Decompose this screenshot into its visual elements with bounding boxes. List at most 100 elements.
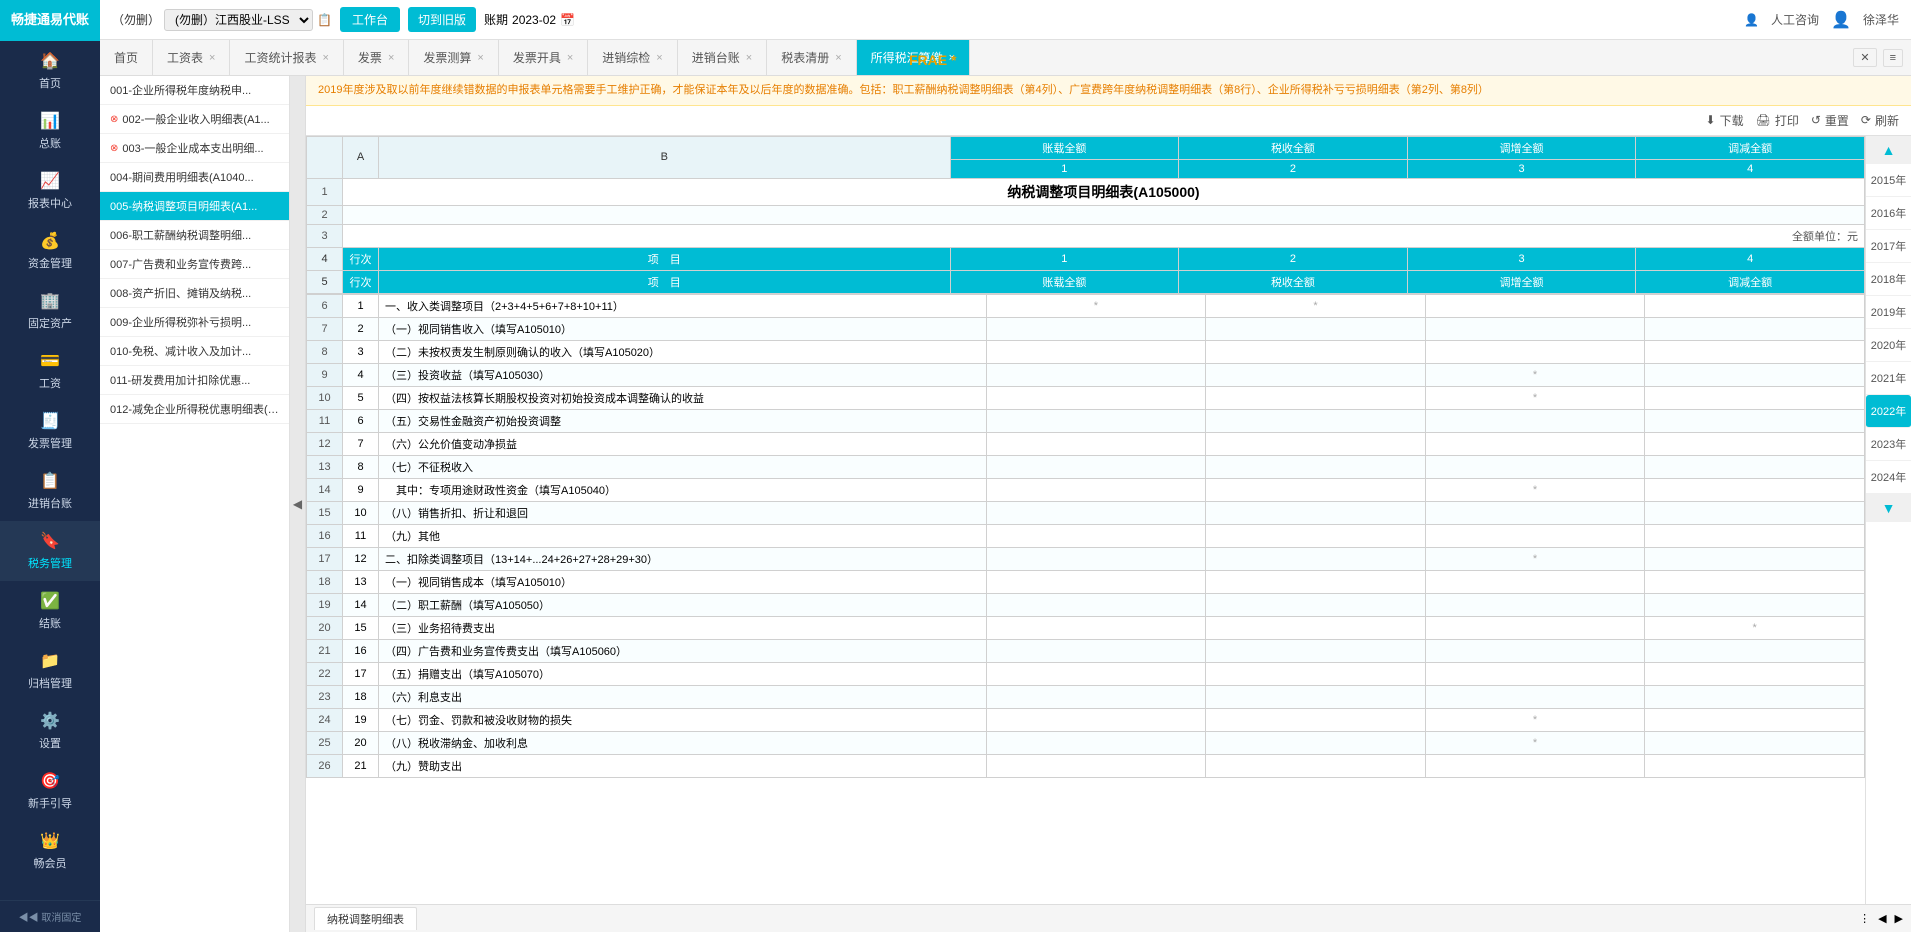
tab-invoice-calc-close[interactable]: × — [477, 52, 483, 64]
left-item-010[interactable]: 010-免税、减计收入及加计... — [100, 337, 289, 366]
row-col-e[interactable] — [1425, 340, 1645, 363]
sidebar-item-member[interactable]: 👑 畅会员 — [0, 821, 100, 881]
row-col-d[interactable] — [1206, 455, 1426, 478]
row-col-e[interactable] — [1425, 570, 1645, 593]
row-col-c[interactable] — [986, 363, 1206, 386]
row-col-f[interactable] — [1645, 639, 1865, 662]
row-col-f[interactable] — [1645, 432, 1865, 455]
row-col-d[interactable] — [1206, 478, 1426, 501]
left-item-002[interactable]: ⊗ 002-一般企业收入明细表(A1... — [100, 105, 289, 134]
row-col-e[interactable] — [1425, 754, 1645, 777]
row-col-f[interactable] — [1645, 409, 1865, 432]
row-col-e[interactable] — [1425, 593, 1645, 616]
row-col-f[interactable] — [1645, 386, 1865, 409]
consultant-button[interactable]: 人工咨询 — [1771, 11, 1819, 28]
row-col-f[interactable] — [1645, 593, 1865, 616]
calendar-icon[interactable]: 📅 — [560, 13, 575, 27]
row-col-e[interactable]: * — [1425, 363, 1645, 386]
scroll-right-button[interactable]: ▶ — [1895, 912, 1903, 925]
year-item-2023[interactable]: 2023年 — [1866, 428, 1911, 461]
year-nav-down-button[interactable]: ▼ — [1866, 494, 1911, 522]
row-col-d[interactable] — [1206, 524, 1426, 547]
tab-invoice[interactable]: 发票 × — [344, 40, 409, 76]
left-item-009[interactable]: 009-企业所得税弥补亏损明... — [100, 308, 289, 337]
left-item-005[interactable]: 005-纳税调整项目明细表(A1... — [100, 192, 289, 221]
left-item-006[interactable]: 006-职工薪酬纳税调整明细... — [100, 221, 289, 250]
tab-invoice-close[interactable]: × — [388, 52, 394, 64]
row-col-d[interactable] — [1206, 616, 1426, 639]
row-col-e[interactable] — [1425, 317, 1645, 340]
row-col-c[interactable] — [986, 639, 1206, 662]
tab-sales-ledger[interactable]: 进销台账 × — [678, 40, 767, 76]
row-col-f[interactable] — [1645, 570, 1865, 593]
row-col-d[interactable] — [1206, 708, 1426, 731]
sidebar-item-tax-mgmt[interactable]: 🔖 税务管理 — [0, 521, 100, 581]
row-col-f[interactable] — [1645, 547, 1865, 570]
row-col-f[interactable] — [1645, 317, 1865, 340]
row-col-f[interactable] — [1645, 524, 1865, 547]
row-col-e[interactable]: * — [1425, 386, 1645, 409]
sidebar-item-fund-mgmt[interactable]: 💰 资金管理 — [0, 221, 100, 281]
year-item-2022[interactable]: 2022年 — [1866, 395, 1911, 428]
row-col-d[interactable] — [1206, 317, 1426, 340]
row-col-f[interactable] — [1645, 754, 1865, 777]
row-col-c[interactable] — [986, 478, 1206, 501]
row-col-c[interactable] — [986, 317, 1206, 340]
row-col-f[interactable] — [1645, 294, 1865, 317]
row-col-c[interactable] — [986, 432, 1206, 455]
row-col-e[interactable] — [1425, 455, 1645, 478]
sidebar-item-settlement[interactable]: ✅ 结账 — [0, 581, 100, 641]
row-col-c[interactable] — [986, 501, 1206, 524]
sidebar-item-settings[interactable]: ⚙️ 设置 — [0, 701, 100, 761]
row-col-c[interactable] — [986, 455, 1206, 478]
row-col-f[interactable] — [1645, 731, 1865, 754]
tab-home[interactable]: 首页 — [100, 40, 153, 76]
year-item-2015[interactable]: 2015年 — [1866, 164, 1911, 197]
row-col-c[interactable]: * — [986, 294, 1206, 317]
row-col-c[interactable] — [986, 524, 1206, 547]
row-col-d[interactable] — [1206, 570, 1426, 593]
tab-sales-check-close[interactable]: × — [656, 52, 662, 64]
year-item-2020[interactable]: 2020年 — [1866, 329, 1911, 362]
year-item-2019[interactable]: 2019年 — [1866, 296, 1911, 329]
tab-menu-button[interactable]: ≡ — [1883, 49, 1903, 67]
row-col-e[interactable] — [1425, 662, 1645, 685]
row-col-d[interactable] — [1206, 662, 1426, 685]
row-col-c[interactable] — [986, 685, 1206, 708]
refresh-button[interactable]: ⟳ 刷新 — [1861, 112, 1899, 129]
bottom-tab-adjust[interactable]: 纳税调整明细表 — [314, 907, 417, 930]
scroll-left-button[interactable]: ◀ — [1878, 912, 1886, 925]
row-col-d[interactable] — [1206, 409, 1426, 432]
tab-invoice-issue-close[interactable]: × — [567, 52, 573, 64]
sidebar-item-general-ledger[interactable]: 📊 总账 — [0, 101, 100, 161]
year-nav-up-button[interactable]: ▲ — [1866, 136, 1911, 164]
print-button[interactable]: 🖨 打印 — [1756, 112, 1799, 129]
tab-payroll-close[interactable]: × — [209, 52, 215, 64]
row-col-c[interactable] — [986, 662, 1206, 685]
row-col-c[interactable] — [986, 340, 1206, 363]
row-col-e[interactable] — [1425, 409, 1645, 432]
workbench-button[interactable]: 工作台 — [340, 7, 400, 32]
row-col-e[interactable]: * — [1425, 708, 1645, 731]
sidebar-item-report-center[interactable]: 📈 报表中心 — [0, 161, 100, 221]
tab-payroll-stats-close[interactable]: × — [322, 52, 328, 64]
row-col-c[interactable] — [986, 547, 1206, 570]
row-col-e[interactable] — [1425, 524, 1645, 547]
row-col-f[interactable] — [1645, 685, 1865, 708]
sidebar-footer[interactable]: ◀◀ 取消固定 — [0, 900, 100, 932]
row-col-f[interactable] — [1645, 662, 1865, 685]
copy-icon[interactable]: 📋 — [317, 13, 332, 27]
spreadsheet[interactable]: A B 账载全额 税收全额 调增全额 — [306, 136, 1865, 905]
row-col-d[interactable] — [1206, 363, 1426, 386]
row-col-c[interactable] — [986, 386, 1206, 409]
row-col-d[interactable] — [1206, 731, 1426, 754]
year-item-2017[interactable]: 2017年 — [1866, 230, 1911, 263]
tab-invoice-issue[interactable]: 发票开具 × — [499, 40, 588, 76]
row-col-f[interactable] — [1645, 708, 1865, 731]
reset-button[interactable]: ↺ 重置 — [1811, 112, 1849, 129]
close-all-tabs-button[interactable]: ✕ — [1853, 48, 1876, 67]
tab-sales-check[interactable]: 进销综检 × — [588, 40, 677, 76]
sidebar-item-payroll[interactable]: 💳 工资 — [0, 341, 100, 401]
tab-invoice-calc[interactable]: 发票测算 × — [409, 40, 498, 76]
row-col-d[interactable] — [1206, 386, 1426, 409]
